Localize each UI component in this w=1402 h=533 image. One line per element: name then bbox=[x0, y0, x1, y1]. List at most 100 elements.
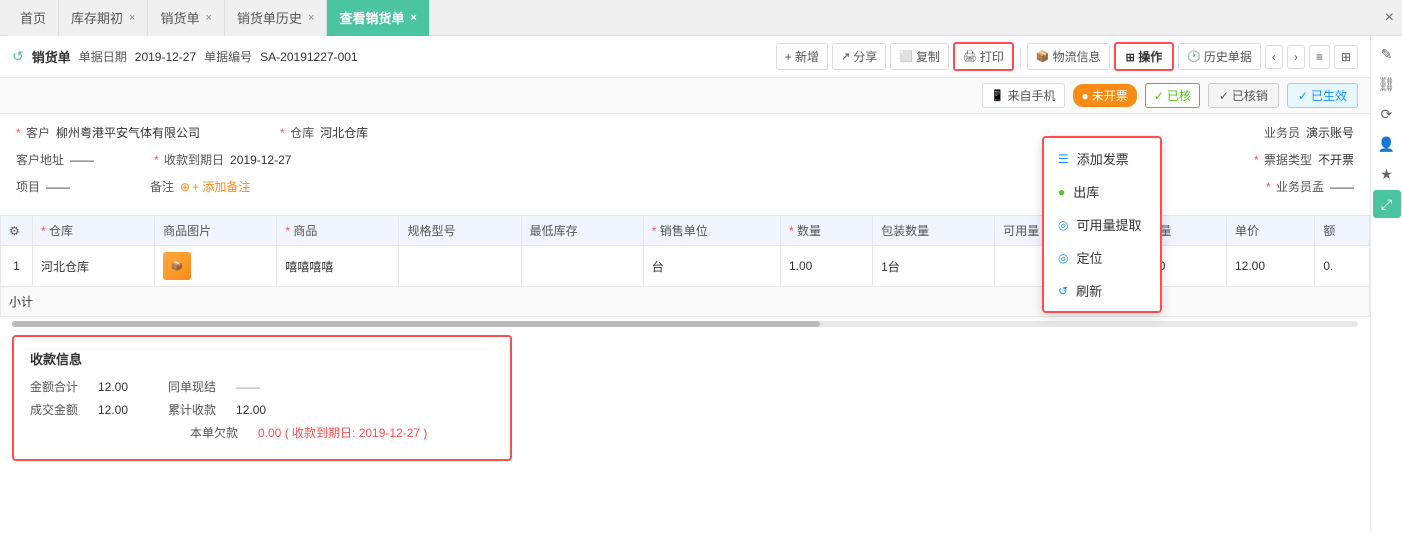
deal-amount-item: 成交金额 12.00 bbox=[30, 401, 128, 418]
logistics-button[interactable]: 📦 物流信息 bbox=[1027, 43, 1110, 70]
row-spec bbox=[399, 246, 521, 287]
address-value: —— bbox=[70, 153, 94, 167]
close-tab-sales-history[interactable]: × bbox=[308, 12, 314, 24]
sync-icon[interactable]: ⟳ bbox=[1373, 100, 1401, 128]
close-tab-sales[interactable]: × bbox=[205, 12, 211, 24]
due-date-required-mark: * bbox=[154, 153, 159, 167]
add-note-button[interactable]: ⊕ + 添加备注 bbox=[180, 178, 250, 195]
address-field: 客户地址 —— bbox=[16, 151, 94, 168]
close-tab-view-sales[interactable]: × bbox=[410, 12, 416, 24]
new-button[interactable]: + 新增 bbox=[776, 43, 828, 70]
warehouse-field: * 仓库 河北仓库 bbox=[280, 124, 368, 141]
main-area: ↺ 销货单 单据日期 2019-12-27 单据编号 SA-20191227-0… bbox=[0, 36, 1402, 533]
effect-status-badge: ✓ 已生效 bbox=[1287, 83, 1358, 108]
customer-field: * 客户 柳州粤港平安气体有限公司 bbox=[16, 124, 200, 141]
print-button[interactable]: 🖨 打印 bbox=[953, 42, 1014, 71]
location-icon: ◎ bbox=[1058, 251, 1068, 265]
staff-field: 业务员 演示账号 bbox=[1264, 124, 1354, 141]
edit-icon[interactable]: ✎ bbox=[1373, 40, 1401, 68]
row-warehouse: 河北仓库 bbox=[33, 246, 155, 287]
sold-check-icon: ✓ bbox=[1219, 89, 1229, 103]
sales-table: ⚙ * 仓库 商品图片 * 商品 规格型号 最低库存 * 销售单位 * 数量 包… bbox=[0, 215, 1370, 317]
share-button[interactable]: ↗ 分享 bbox=[832, 43, 886, 70]
from-phone-button[interactable]: 📱 来自手机 bbox=[982, 83, 1065, 108]
same-order-settle-item: 同单现结 —— bbox=[168, 378, 260, 395]
dropdown-add-ticket[interactable]: ☰ 添加发票 bbox=[1044, 142, 1160, 175]
right-sidebar: ✎ ⛓ ⟳ 👤 ★ ⤢ bbox=[1370, 36, 1402, 533]
effect-check-icon: ✓ bbox=[1298, 89, 1308, 103]
biz-staff-field: * 业务员孟 —— bbox=[1266, 178, 1354, 195]
dropdown-out-stock[interactable]: ● 出库 bbox=[1044, 175, 1160, 208]
tab-home[interactable]: 首页 bbox=[8, 0, 59, 36]
row-pack-qty: 1台 bbox=[873, 246, 995, 287]
biz-staff-value: —— bbox=[1330, 180, 1354, 194]
dropdown-location[interactable]: ◎ 定位 bbox=[1044, 241, 1160, 274]
row-unit: 台 bbox=[643, 246, 780, 287]
nav-next-button[interactable]: › bbox=[1287, 45, 1305, 69]
star-icon[interactable]: ★ bbox=[1373, 160, 1401, 188]
dropdown-available-qty[interactable]: ◎ 可用量提取 bbox=[1044, 208, 1160, 241]
row-num: 1 bbox=[1, 246, 33, 287]
customer-required-mark: * bbox=[16, 126, 21, 140]
total-received-label: 累计收款 bbox=[168, 401, 228, 418]
amount-total-value: 12.00 bbox=[98, 380, 128, 394]
row-unit-price: 12.00 bbox=[1227, 246, 1315, 287]
scroll-thumb bbox=[12, 321, 820, 327]
customer-value: 柳州粤港平安气体有限公司 bbox=[56, 124, 200, 141]
form-area: * 客户 柳州粤港平安气体有限公司 * 仓库 河北仓库 业务员 bbox=[0, 114, 1370, 215]
tab-sales-history[interactable]: 销货单历史 × bbox=[225, 0, 327, 36]
subtotal-row: 小计 bbox=[1, 287, 1370, 317]
warehouse-required-mark: * bbox=[280, 126, 285, 140]
user-icon[interactable]: 👤 bbox=[1373, 130, 1401, 158]
action-buttons: + 新增 ↗ 分享 ⬜ 复制 🖨 打印 bbox=[776, 42, 1358, 71]
col-spec: 规格型号 bbox=[399, 216, 521, 246]
tab-inventory[interactable]: 库存期初 × bbox=[59, 0, 148, 36]
owed-amount-item: 本单欠款 0.00 ( 收款到期日: 2019-12-27 ) bbox=[190, 424, 427, 441]
payment-row-2: 成交金额 12.00 累计收款 12.00 bbox=[30, 401, 494, 418]
horizontal-scrollbar[interactable] bbox=[12, 321, 1358, 327]
row-amount: 0. bbox=[1315, 246, 1370, 287]
expand-icon[interactable]: ⤢ bbox=[1373, 190, 1401, 218]
operation-button[interactable]: ⊞ 操作 bbox=[1114, 42, 1175, 71]
owed-amount-label: 本单欠款 bbox=[190, 424, 250, 441]
confirm-button[interactable]: ✓ 已核 bbox=[1145, 83, 1200, 108]
toolbar-row: ↺ 销货单 单据日期 2019-12-27 单据编号 SA-20191227-0… bbox=[0, 36, 1370, 78]
total-received-item: 累计收款 12.00 bbox=[168, 401, 266, 418]
tab-sales[interactable]: 销货单 × bbox=[148, 0, 224, 36]
sold-status-badge: ✓ 已核销 bbox=[1208, 83, 1279, 108]
tab-view-sales[interactable]: 查看销货单 × bbox=[327, 0, 429, 36]
view-list-button[interactable]: ≡ bbox=[1309, 45, 1330, 69]
not-open-ticket-button[interactable]: ● 未开票 bbox=[1073, 84, 1137, 107]
no-label: 单据编号 bbox=[204, 48, 252, 65]
product-image: 📦 bbox=[163, 252, 191, 280]
row-min-stock bbox=[521, 246, 643, 287]
col-gear: ⚙ bbox=[1, 216, 33, 246]
available-qty-icon: ◎ bbox=[1058, 218, 1068, 232]
dropdown-refresh[interactable]: ↺ 刷新 bbox=[1044, 274, 1160, 307]
date-label: 单据日期 bbox=[79, 48, 127, 65]
history-button[interactable]: 🕐 历史单据 bbox=[1178, 43, 1261, 70]
col-qty: * 数量 bbox=[780, 216, 872, 246]
copy-button[interactable]: ⬜ 复制 bbox=[890, 43, 949, 70]
due-date-value: 2019-12-27 bbox=[230, 153, 291, 167]
note-field: 备注 ⊕ + 添加备注 bbox=[150, 178, 250, 195]
link-icon[interactable]: ⛓ bbox=[1373, 70, 1401, 98]
owed-amount-value: 0.00 ( 收款到期日: 2019-12-27 ) bbox=[258, 424, 427, 441]
add-ticket-icon: ☰ bbox=[1058, 152, 1069, 166]
col-product-img: 商品图片 bbox=[155, 216, 277, 246]
close-tab-inventory[interactable]: × bbox=[129, 12, 135, 24]
row-product-img: 📦 bbox=[155, 246, 277, 287]
amount-total-item: 金额合计 12.00 bbox=[30, 378, 128, 395]
second-toolbar: 📱 来自手机 ● 未开票 ✓ 已核 ✓ 已核销 ✓ 已生效 bbox=[0, 78, 1370, 114]
table-header-row: ⚙ * 仓库 商品图片 * 商品 规格型号 最低库存 * 销售单位 * 数量 包… bbox=[1, 216, 1370, 246]
total-received-value: 12.00 bbox=[236, 403, 266, 417]
same-order-settle-label: 同单现结 bbox=[168, 378, 228, 395]
nav-prev-button[interactable]: ‹ bbox=[1265, 45, 1283, 69]
payment-row-3: 本单欠款 0.00 ( 收款到期日: 2019-12-27 ) bbox=[30, 424, 494, 441]
view-grid-button[interactable]: ⊞ bbox=[1334, 45, 1358, 69]
amount-total-label: 金额合计 bbox=[30, 378, 90, 395]
subtotal-label: 小计 bbox=[1, 287, 1370, 317]
spacer-item bbox=[30, 424, 150, 441]
due-date-field: * 收款到期日 2019-12-27 bbox=[154, 151, 291, 168]
window-close-button[interactable]: × bbox=[1385, 9, 1394, 27]
